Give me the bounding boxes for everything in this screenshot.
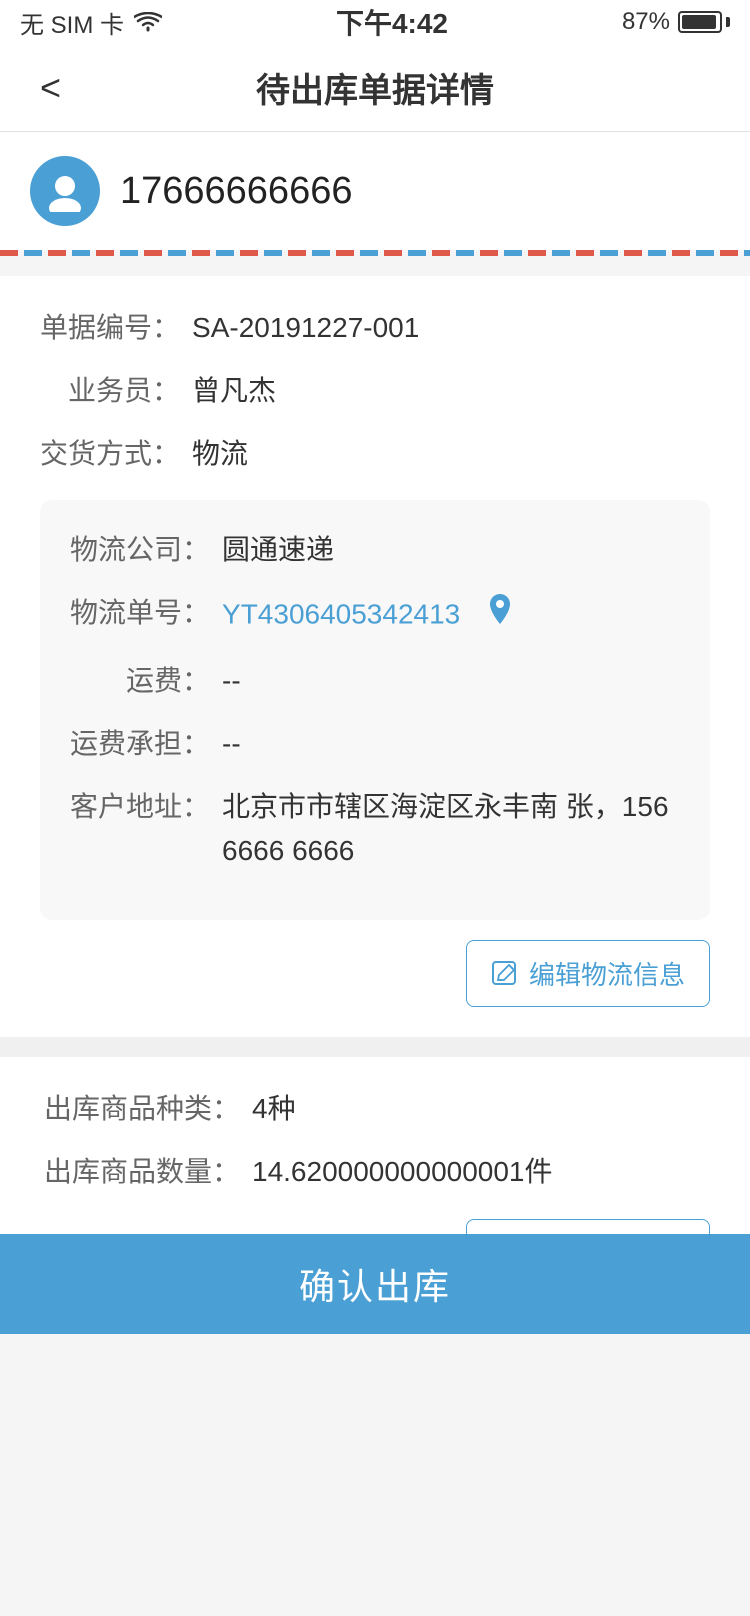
- doc-number-row: 单据编号： SA-20191227-001: [40, 306, 710, 351]
- nav-bar: < 待出库单据详情: [0, 44, 750, 132]
- avatar: [30, 156, 100, 226]
- page-title: 待出库单据详情: [256, 63, 494, 112]
- freight-bearer-row: 运费承担： --: [70, 722, 680, 767]
- goods-types-value: 4种: [252, 1087, 710, 1132]
- customer-phone: 17666666666: [120, 170, 352, 213]
- carrier-text: 无 SIM 卡: [20, 5, 124, 40]
- freight-bearer-label: 运费承担：: [70, 722, 210, 767]
- status-right: 87%: [622, 8, 730, 36]
- logistics-card: 物流公司： 圆通速递 物流单号： YT43064053424​13 运费：: [40, 500, 710, 920]
- logistics-company-label: 物流公司：: [70, 528, 210, 573]
- edit-logistics-button[interactable]: 编辑物流信息: [466, 940, 710, 1007]
- logistics-company-row: 物流公司： 圆通速递: [70, 528, 680, 573]
- edit-btn-row: 编辑物流信息: [40, 940, 710, 1007]
- dashed-divider: [0, 250, 750, 256]
- address-row: 客户地址： 北京市市辖区海淀区永丰南 张，156 6666 6666: [70, 785, 680, 875]
- doc-number-value: SA-20191227-001: [192, 306, 710, 351]
- goods-types-row: 出库商品种类： 4种: [40, 1087, 710, 1132]
- logistics-tracking-row: 物流单号： YT43064053424​13: [70, 591, 680, 641]
- logistics-company-value: 圆通速递: [222, 528, 680, 573]
- time-display: 下午4:42: [336, 2, 448, 42]
- location-icon[interactable]: [482, 591, 518, 641]
- delivery-label: 交货方式：: [40, 432, 180, 477]
- freight-row: 运费： --: [70, 659, 680, 704]
- battery-percent: 87%: [622, 8, 670, 36]
- customer-header: 17666666666: [0, 132, 750, 250]
- freight-value: --: [222, 659, 680, 704]
- goods-quantity-value: 14.620000000000001件: [252, 1150, 710, 1195]
- address-value: 北京市市辖区海淀区永丰南 张，156 6666 6666: [222, 785, 680, 875]
- logistics-tracking-value: YT43064053424​13: [222, 591, 680, 641]
- goods-quantity-row: 出库商品数量： 14.620000000000001件: [40, 1150, 710, 1195]
- agent-label: 业务员：: [40, 369, 180, 414]
- address-label: 客户地址：: [70, 785, 210, 830]
- bottom-spacer: [0, 1316, 750, 1516]
- edit-btn-label: 编辑物流信息: [529, 955, 685, 992]
- logistics-tracking-label: 物流单号：: [70, 591, 210, 636]
- status-left: 无 SIM 卡: [20, 5, 162, 40]
- agent-value: 曾凡杰: [192, 369, 710, 414]
- back-button[interactable]: <: [30, 57, 71, 119]
- status-bar: 无 SIM 卡 下午4:42 87%: [0, 0, 750, 44]
- goods-types-label: 出库商品种类：: [40, 1087, 240, 1132]
- user-icon: [44, 170, 86, 212]
- agent-row: 业务员： 曾凡杰: [40, 369, 710, 414]
- goods-quantity-label: 出库商品数量：: [40, 1150, 240, 1195]
- delivery-value: 物流: [192, 432, 710, 477]
- edit-icon: [491, 960, 519, 988]
- doc-number-label: 单据编号：: [40, 306, 180, 351]
- wifi-icon: [134, 12, 162, 32]
- confirm-outbound-button[interactable]: 确认出库: [0, 1234, 750, 1334]
- freight-label: 运费：: [70, 659, 210, 704]
- section-divider: [0, 1037, 750, 1057]
- delivery-row: 交货方式： 物流: [40, 432, 710, 477]
- freight-bearer-value: --: [222, 722, 680, 767]
- doc-info-section: 单据编号： SA-20191227-001 业务员： 曾凡杰 交货方式： 物流 …: [0, 276, 750, 1037]
- battery-indicator: [678, 11, 730, 33]
